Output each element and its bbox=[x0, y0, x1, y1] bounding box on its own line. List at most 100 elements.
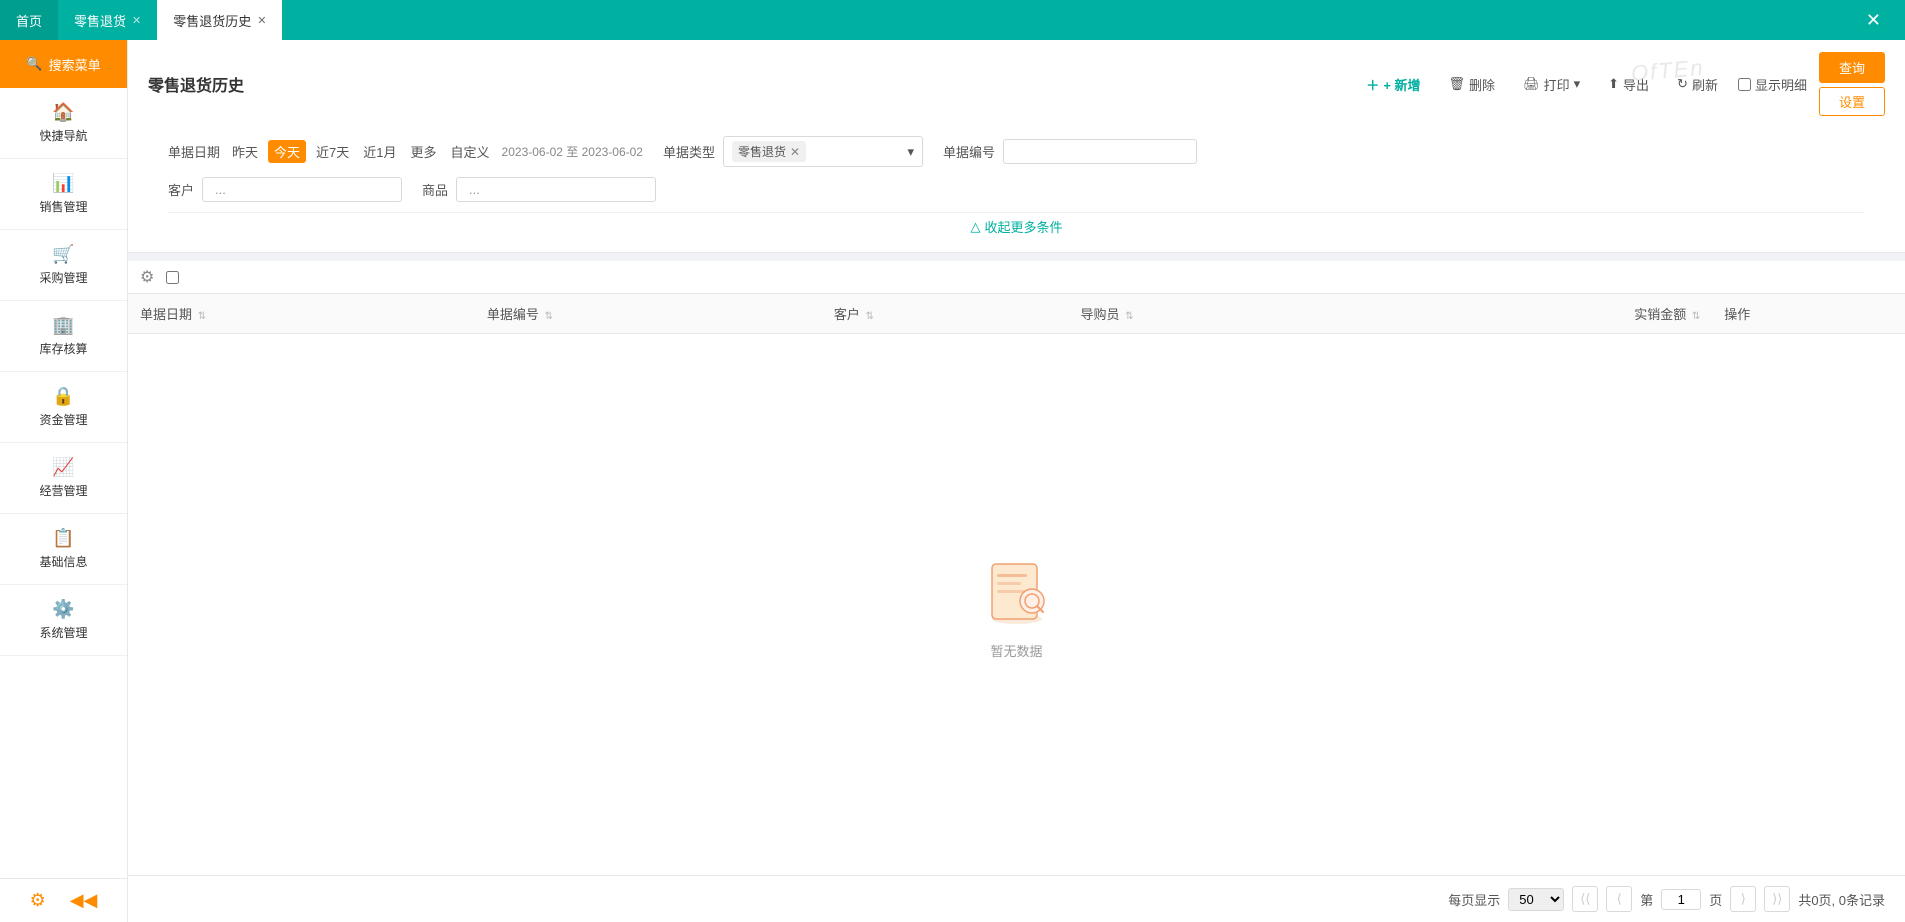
col-no-sort-icon: ⇅ bbox=[545, 311, 553, 322]
page-size-select[interactable]: 50 10 20 100 bbox=[1508, 888, 1564, 911]
next-page-button[interactable]: ⟩ bbox=[1730, 886, 1756, 912]
page-header: 零售退货历史 ＋ + 新增 🗑 删除 🖨 打印 ▾ bbox=[128, 40, 1905, 253]
first-page-button[interactable]: ⟨⟨ bbox=[1572, 886, 1598, 912]
prev-page-button[interactable]: ⟨ bbox=[1606, 886, 1632, 912]
empty-illustration bbox=[977, 549, 1057, 629]
print-arrow-icon: ▾ bbox=[1574, 76, 1581, 92]
sidebar-menu: 🏠 快捷导航 📊 销售管理 🛒 采购管理 🏢 库存核算 🔒 资金管理 📈 bbox=[0, 88, 127, 878]
date-yesterday[interactable]: 昨天 bbox=[228, 140, 262, 163]
show-detail-label: 显示明细 bbox=[1755, 75, 1807, 94]
filter-goods: 商品 ... bbox=[422, 177, 656, 202]
delete-icon: 🗑 bbox=[1449, 76, 1466, 92]
filter-date: 单据日期 昨天 今天 近7天 近1月 更多 自定义 2023-06-02 至 2… bbox=[168, 140, 643, 163]
show-detail-checkbox-row[interactable]: 显示明细 bbox=[1738, 75, 1807, 94]
query-button[interactable]: 查询 bbox=[1819, 52, 1885, 83]
refresh-button[interactable]: ↻ 刷新 bbox=[1669, 71, 1726, 98]
collapse-bar[interactable]: △ 收起更多条件 bbox=[168, 212, 1865, 240]
date-7days[interactable]: 近7天 bbox=[312, 140, 353, 163]
tab-retail-return-history-label: 零售退货历史 bbox=[173, 11, 251, 30]
col-no[interactable]: 单据编号 ⇅ bbox=[475, 294, 822, 334]
filter-doc-no: 单据编号 bbox=[943, 139, 1197, 164]
tab-retail-return-history[interactable]: 零售退货历史 ✕ bbox=[157, 0, 282, 40]
main-layout: 🔍 搜索菜单 🏠 快捷导航 📊 销售管理 🛒 采购管理 🏢 库存核算 🔒 bbox=[0, 40, 1905, 922]
sidebar-item-quick-nav-label: 快捷导航 bbox=[39, 127, 87, 144]
sidebar-search[interactable]: 🔍 搜索菜单 bbox=[0, 40, 127, 88]
sidebar-settings-icon[interactable]: ⚙ bbox=[30, 890, 46, 911]
sidebar-item-finance[interactable]: 🔒 资金管理 bbox=[0, 372, 127, 443]
tab-retail-return-label: 零售退货 bbox=[74, 11, 126, 30]
basic-icon: 📋 bbox=[52, 528, 74, 549]
col-customer[interactable]: 客户 ⇅ bbox=[822, 294, 1069, 334]
show-detail-checkbox[interactable] bbox=[1738, 78, 1751, 91]
toolbar-right: ＋ + 新增 🗑 删除 🖨 打印 ▾ ⬆ 导出 bbox=[1358, 52, 1885, 116]
page-title-row: 零售退货历史 ＋ + 新增 🗑 删除 🖨 打印 ▾ bbox=[148, 52, 1885, 116]
empty-text: 暂无数据 bbox=[990, 641, 1042, 660]
table-settings-icon[interactable]: ⚙ bbox=[140, 267, 154, 287]
goods-label: 商品 bbox=[422, 180, 448, 199]
doc-type-select[interactable]: 零售退货 ✕ ▾ bbox=[723, 136, 923, 167]
goods-input[interactable]: ... bbox=[456, 177, 656, 202]
page-label: 第 bbox=[1640, 890, 1653, 909]
customer-input[interactable]: ... bbox=[202, 177, 402, 202]
col-date-label: 单据日期 bbox=[140, 307, 192, 322]
last-page-button[interactable]: ⟩⟩ bbox=[1764, 886, 1790, 912]
sidebar-item-purchase[interactable]: 🛒 采购管理 bbox=[0, 230, 127, 301]
sidebar-item-sales[interactable]: 📊 销售管理 bbox=[0, 159, 127, 230]
sidebar-item-system[interactable]: ⚙️ 系统管理 bbox=[0, 585, 127, 656]
tab-retail-return-history-close[interactable]: ✕ bbox=[257, 14, 266, 27]
setting-button[interactable]: 设置 bbox=[1819, 87, 1885, 116]
export-button[interactable]: ⬆ 导出 bbox=[1600, 71, 1657, 98]
search-icon: 🔍 bbox=[26, 56, 42, 72]
sidebar-item-purchase-label: 采购管理 bbox=[39, 269, 87, 286]
col-action-label: 操作 bbox=[1724, 307, 1750, 322]
doc-type-dropdown-icon: ▾ bbox=[907, 144, 914, 160]
finance-icon: 🔒 bbox=[52, 386, 74, 407]
date-today[interactable]: 今天 bbox=[268, 140, 306, 163]
tab-retail-return[interactable]: 零售退货 ✕ bbox=[58, 0, 157, 40]
doc-type-value: 零售退货 bbox=[738, 143, 786, 160]
table-toolbar: ⚙ bbox=[128, 261, 1905, 294]
date-custom[interactable]: 自定义 bbox=[447, 140, 494, 163]
col-amount[interactable]: 实销金额 ⇅ bbox=[1365, 294, 1712, 334]
export-label: 导出 bbox=[1623, 75, 1649, 94]
tab-list: 首页 零售退货 ✕ 零售退货历史 ✕ bbox=[0, 0, 1858, 40]
inventory-icon: 🏢 bbox=[52, 315, 74, 336]
col-guide-sort-icon: ⇅ bbox=[1125, 311, 1133, 322]
tab-retail-return-close[interactable]: ✕ bbox=[132, 14, 141, 27]
col-guide[interactable]: 导购员 ⇅ bbox=[1069, 294, 1366, 334]
filter-row-2: 客户 ... 商品 ... bbox=[168, 177, 1865, 202]
customer-label: 客户 bbox=[168, 180, 194, 199]
filter-row-1: 单据日期 昨天 今天 近7天 近1月 更多 自定义 2023-06-02 至 2… bbox=[168, 136, 1865, 167]
date-range-display: 2023-06-02 至 2023-06-02 bbox=[502, 143, 643, 160]
window-close-button[interactable]: ✕ bbox=[1858, 10, 1889, 31]
sales-icon: 📊 bbox=[52, 173, 74, 194]
export-icon: ⬆ bbox=[1608, 76, 1619, 92]
date-1month[interactable]: 近1月 bbox=[359, 140, 400, 163]
sidebar-item-sales-label: 销售管理 bbox=[39, 198, 87, 215]
sidebar: 🔍 搜索菜单 🏠 快捷导航 📊 销售管理 🛒 采购管理 🏢 库存核算 🔒 bbox=[0, 40, 128, 922]
sidebar-item-operation[interactable]: 📈 经营管理 bbox=[0, 443, 127, 514]
doc-no-input[interactable] bbox=[1003, 139, 1197, 164]
col-guide-label: 导购员 bbox=[1081, 307, 1120, 322]
sidebar-item-quick-nav[interactable]: 🏠 快捷导航 bbox=[0, 88, 127, 159]
print-icon: 🖨 bbox=[1523, 76, 1540, 92]
sidebar-item-basic[interactable]: 📋 基础信息 bbox=[0, 514, 127, 585]
page-input[interactable] bbox=[1661, 889, 1701, 910]
date-label: 单据日期 bbox=[168, 142, 220, 161]
select-all-checkbox[interactable] bbox=[166, 271, 179, 284]
delete-button[interactable]: 🗑 删除 bbox=[1441, 71, 1504, 98]
home-icon: 🏠 bbox=[52, 102, 74, 123]
tab-home[interactable]: 首页 bbox=[0, 0, 58, 40]
top-bar: 首页 零售退货 ✕ 零售退货历史 ✕ OfTEn ✕ bbox=[0, 0, 1905, 40]
col-date[interactable]: 单据日期 ⇅ bbox=[128, 294, 475, 334]
doc-type-tag: 零售退货 ✕ bbox=[732, 141, 806, 162]
sidebar-audio-icon[interactable]: ◀◀ bbox=[70, 890, 98, 911]
print-button[interactable]: 🖨 打印 ▾ bbox=[1515, 71, 1588, 98]
doc-type-remove[interactable]: ✕ bbox=[790, 145, 800, 159]
date-more[interactable]: 更多 bbox=[407, 140, 441, 163]
topbar-right: ✕ bbox=[1858, 10, 1905, 31]
sidebar-item-inventory[interactable]: 🏢 库存核算 bbox=[0, 301, 127, 372]
operation-icon: 📈 bbox=[52, 457, 74, 478]
new-button[interactable]: ＋ + 新增 bbox=[1358, 71, 1428, 98]
page-title: 零售退货历史 bbox=[148, 72, 244, 96]
